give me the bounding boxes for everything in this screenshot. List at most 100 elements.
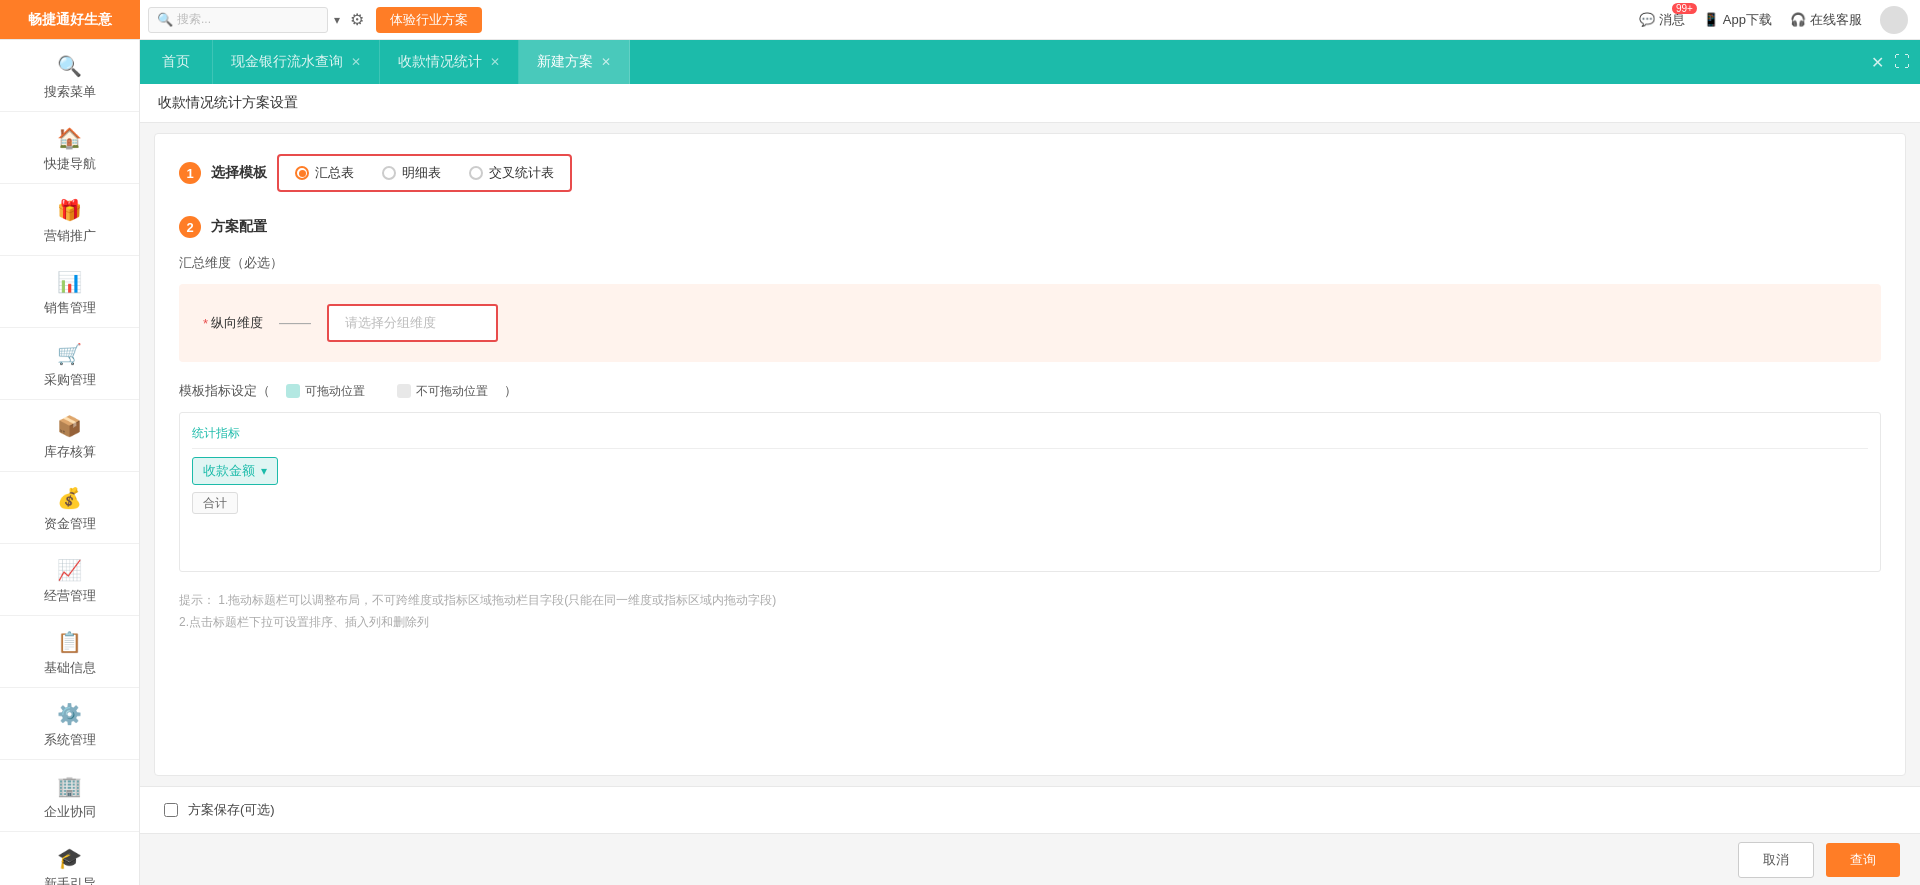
tab-new-plan-close[interactable]: ✕: [601, 55, 611, 69]
page-content: 收款情况统计方案设置 1 选择模板 汇总表: [140, 84, 1920, 833]
sidebar-item-marketing[interactable]: 🎁 营销推广: [0, 184, 139, 256]
non-draggable-label: 不可拖动位置: [416, 383, 488, 400]
guide-icon: 🎓: [57, 846, 82, 870]
sidebar-label-search: 搜索菜单: [44, 83, 96, 101]
trial-button[interactable]: 体验行业方案: [376, 7, 482, 33]
support-icon[interactable]: 🎧 在线客服: [1790, 11, 1862, 29]
indicator-tag-dropdown-icon[interactable]: ▾: [261, 464, 267, 478]
step2-section: 2 方案配置 汇总维度（必选） * 纵向维度 ——: [179, 216, 1881, 633]
search-placeholder: 搜索...: [177, 11, 211, 28]
step2-header: 2 方案配置: [179, 216, 1881, 238]
tab-collection-stats[interactable]: 收款情况统计 ✕: [380, 40, 519, 84]
download-icon[interactable]: 📱 App下载: [1703, 11, 1772, 29]
sidebar-item-purchase[interactable]: 🛒 采购管理: [0, 328, 139, 400]
indicator-group-label: 统计指标: [192, 425, 1868, 449]
draggable-dot: [286, 384, 300, 398]
radio-detail[interactable]: [382, 166, 396, 180]
template-option-detail[interactable]: 明细表: [382, 164, 441, 182]
tab-collection-stats-label: 收款情况统计: [398, 53, 482, 71]
draggable-label: 可拖动位置: [305, 383, 365, 400]
sidebar-item-enterprise[interactable]: 🏢 企业协同: [0, 760, 139, 832]
tab-collection-stats-close[interactable]: ✕: [490, 55, 500, 69]
dimension-placeholder: 请选择分组维度: [345, 315, 436, 330]
indicator-container: 统计指标 收款金额 ▾ 合计: [179, 412, 1881, 572]
page-title: 收款情况统计方案设置: [158, 94, 298, 110]
tab-home-label: 首页: [162, 53, 190, 71]
notification-icon[interactable]: 💬 消息 99+: [1639, 11, 1685, 29]
form-card: 1 选择模板 汇总表 明细表: [154, 133, 1906, 776]
radio-summary[interactable]: [295, 166, 309, 180]
vertical-dimension-label: * 纵向维度: [203, 314, 263, 332]
app-logo: 畅捷通好生意: [0, 0, 140, 39]
sidebar-item-search[interactable]: 🔍 搜索菜单: [0, 40, 139, 112]
header-search-box[interactable]: 🔍 搜索...: [148, 7, 328, 33]
sidebar-item-system[interactable]: ⚙️ 系统管理: [0, 688, 139, 760]
step1-header: 1 选择模板 汇总表 明细表: [179, 154, 1881, 192]
sidebar-item-inventory[interactable]: 📦 库存核算: [0, 400, 139, 472]
template-option-cross[interactable]: 交叉统计表: [469, 164, 554, 182]
tab-new-plan[interactable]: 新建方案 ✕: [519, 40, 630, 84]
tab-home[interactable]: 首页: [140, 40, 213, 84]
step2-title: 方案配置: [211, 218, 267, 236]
step1-title: 选择模板: [211, 164, 267, 182]
bottom-save-section: 方案保存(可选): [140, 786, 1920, 833]
page-title-bar: 收款情况统计方案设置: [140, 84, 1920, 123]
sidebar: 🔍 搜索菜单 🏠 快捷导航 🎁 营销推广 📊 销售管理 🛒 采购管理 📦 库存核…: [0, 40, 140, 885]
sidebar-label-quicknav: 快捷导航: [44, 155, 96, 173]
non-draggable-badge: 不可拖动位置: [397, 383, 488, 400]
non-draggable-dot: [397, 384, 411, 398]
dimension-section-title: 汇总维度（必选）: [179, 254, 1881, 272]
cancel-button[interactable]: 取消: [1738, 842, 1814, 878]
enterprise-icon: 🏢: [57, 774, 82, 798]
template-option-summary[interactable]: 汇总表: [295, 164, 354, 182]
indicator-subtag-row: 合计: [192, 493, 1868, 512]
radio-cross[interactable]: [469, 166, 483, 180]
sidebar-item-finance[interactable]: 💰 资金管理: [0, 472, 139, 544]
tab-new-plan-label: 新建方案: [537, 53, 593, 71]
sidebar-item-guide[interactable]: 🎓 新手引导: [0, 832, 139, 885]
required-star: *: [203, 316, 208, 331]
download-label: App下载: [1723, 11, 1772, 29]
save-label: 方案保存(可选): [188, 801, 275, 819]
indicator-settings-text: 模板指标设定（: [179, 382, 270, 400]
header-dropdown-icon[interactable]: ▾: [334, 13, 340, 27]
sidebar-label-operation: 经营管理: [44, 587, 96, 605]
sidebar-label-inventory: 库存核算: [44, 443, 96, 461]
tab-bank-flow[interactable]: 现金银行流水查询 ✕: [213, 40, 380, 84]
tab-close-btn[interactable]: ✕: [1871, 53, 1884, 72]
sidebar-label-finance: 资金管理: [44, 515, 96, 533]
sidebar-label-enterprise: 企业协同: [44, 803, 96, 821]
purchase-icon: 🛒: [57, 342, 82, 366]
tab-expand-btn[interactable]: ⛶: [1894, 53, 1910, 71]
save-checkbox[interactable]: [164, 803, 178, 817]
user-avatar[interactable]: [1880, 6, 1908, 34]
step1-section: 1 选择模板 汇总表 明细表: [179, 154, 1881, 192]
support-label: 在线客服: [1810, 11, 1862, 29]
tab-bank-flow-close[interactable]: ✕: [351, 55, 361, 69]
basicinfo-icon: 📋: [57, 630, 82, 654]
template-summary-label: 汇总表: [315, 164, 354, 182]
step1-badge: 1: [179, 162, 201, 184]
sales-icon: 📊: [57, 270, 82, 294]
sidebar-item-basicinfo[interactable]: 📋 基础信息: [0, 616, 139, 688]
settings-icon[interactable]: ⚙: [350, 10, 364, 29]
sidebar-item-quicknav[interactable]: 🏠 快捷导航: [0, 112, 139, 184]
sidebar-label-purchase: 采购管理: [44, 371, 96, 389]
sidebar-label-basicinfo: 基础信息: [44, 659, 96, 677]
indicator-settings-header: 模板指标设定（ 可拖动位置 不可拖动位置 ）: [179, 382, 1881, 400]
indicator-tag-amount[interactable]: 收款金额 ▾: [192, 457, 278, 485]
home-icon: 🏠: [57, 126, 82, 150]
sidebar-label-system: 系统管理: [44, 731, 96, 749]
tab-bar-actions: ✕ ⛶: [1871, 40, 1920, 84]
vertical-label-text: 纵向维度: [211, 314, 263, 332]
dimension-input[interactable]: 请选择分组维度: [327, 304, 498, 342]
indicator-tag-amount-label: 收款金额: [203, 462, 255, 480]
query-button[interactable]: 查询: [1826, 843, 1900, 877]
dimension-row: * 纵向维度 —— 请选择分组维度: [203, 304, 1857, 342]
sidebar-item-sales[interactable]: 📊 销售管理: [0, 256, 139, 328]
tip-line-1: 提示： 1.拖动标题栏可以调整布局，不可跨维度或指标区域拖动栏目字段(只能在同一…: [179, 590, 1881, 612]
finance-icon: 💰: [57, 486, 82, 510]
step2-badge: 2: [179, 216, 201, 238]
operation-icon: 📈: [57, 558, 82, 582]
sidebar-item-operation[interactable]: 📈 经营管理: [0, 544, 139, 616]
